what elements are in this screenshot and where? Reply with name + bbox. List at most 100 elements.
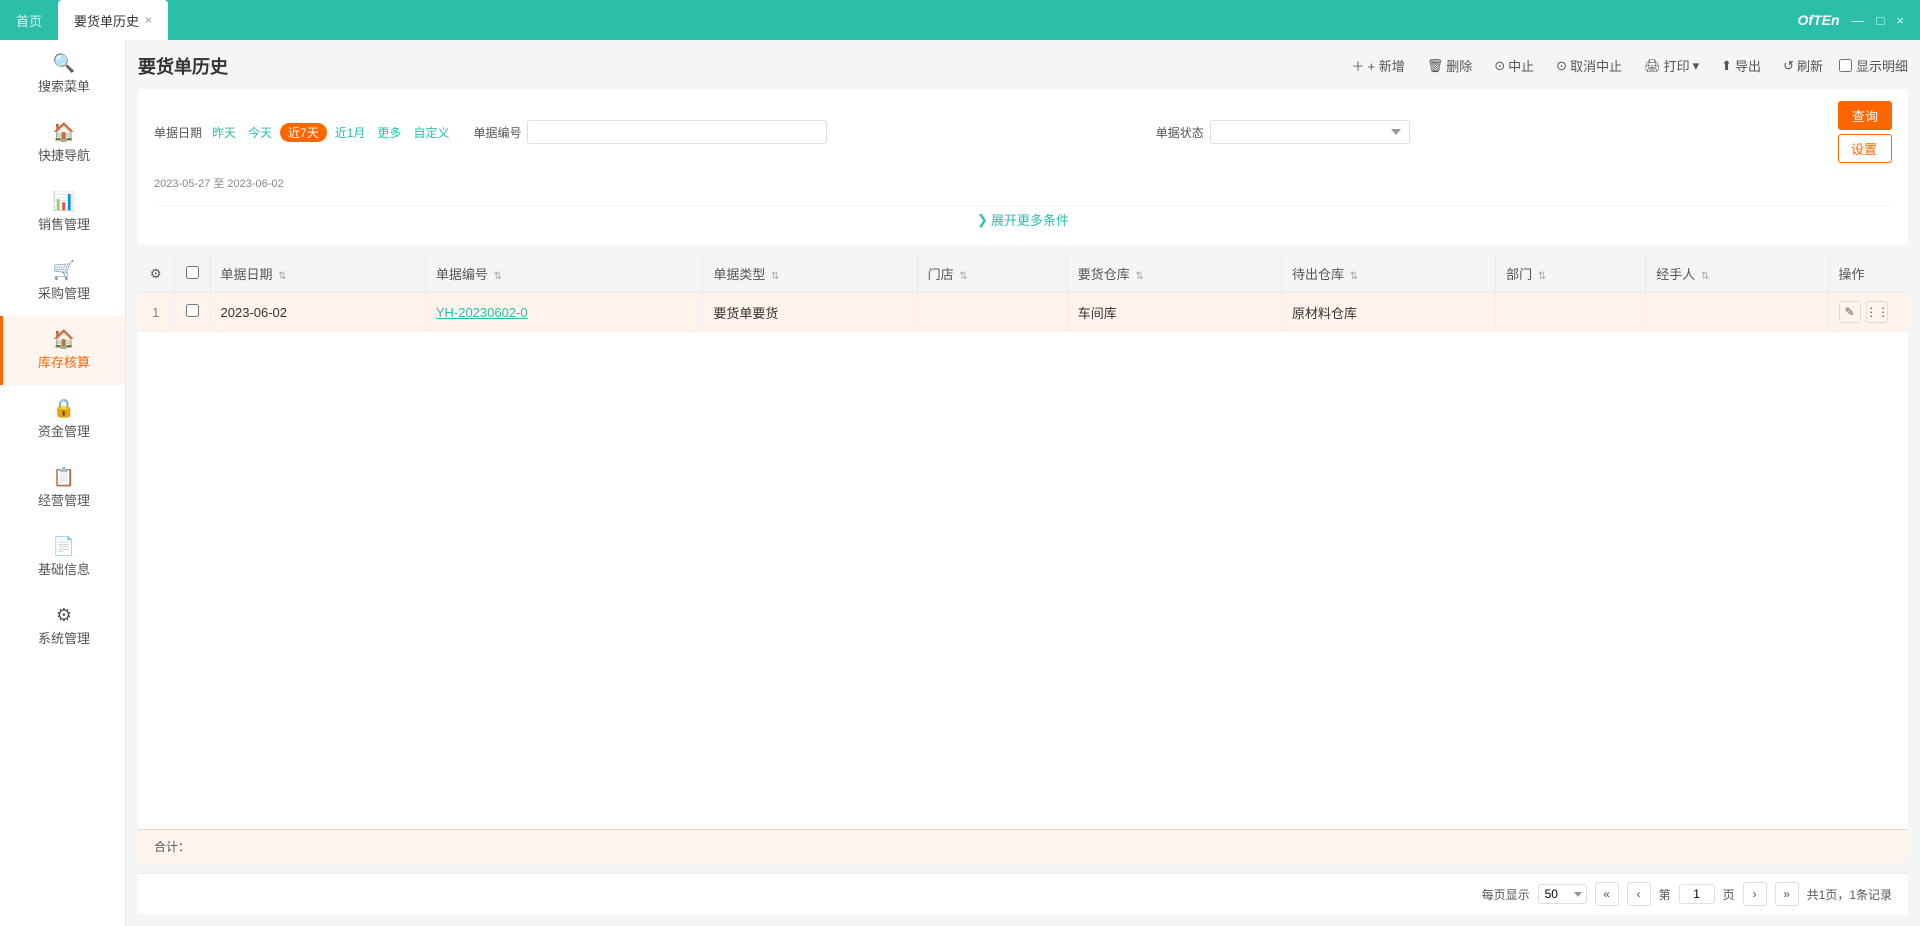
date-shortcut-1month[interactable]: 近1月 <box>331 123 370 142</box>
th-gear[interactable]: ⚙ <box>138 255 174 293</box>
td-shop <box>917 293 1067 332</box>
prev-page-btn[interactable]: ‹ <box>1627 882 1651 906</box>
date-shortcut-custom[interactable]: 自定义 <box>409 123 453 142</box>
sidebar-item-purchase-label: 采购管理 <box>38 283 90 302</box>
row-checkbox[interactable] <box>186 304 199 317</box>
sidebar-item-purchase[interactable]: 🛒 采购管理 <box>0 247 125 316</box>
th-doc-type[interactable]: 单据类型 ⇅ <box>703 255 917 293</box>
display-detail-label: 显示明细 <box>1856 56 1908 75</box>
per-page-label: 每页显示 <box>1482 886 1530 903</box>
th-checkbox[interactable] <box>174 255 210 293</box>
date-shortcut-more[interactable]: 更多 <box>373 123 405 142</box>
new-label: + 新增 <box>1367 56 1404 75</box>
close-btn[interactable]: × <box>1896 13 1904 28</box>
last-page-btn[interactable]: » <box>1775 882 1799 906</box>
td-doc-no[interactable]: YH-20230602-0 <box>425 293 703 332</box>
sidebar-item-base-info[interactable]: 📄 基础信息 <box>0 523 125 592</box>
select-all-checkbox[interactable] <box>186 266 199 279</box>
td-action: ✎ ⋮⋮ <box>1828 293 1908 332</box>
home-icon: 🏠 <box>53 123 75 141</box>
display-detail-checkbox[interactable]: 显示明细 <box>1839 56 1908 75</box>
status-label: 单据状态 <box>1156 124 1204 141</box>
tab-home-label: 首页 <box>16 11 42 30</box>
th-req-warehouse[interactable]: 要货仓库 ⇅ <box>1067 255 1281 293</box>
print-label: 打印 <box>1664 56 1690 75</box>
per-page-select[interactable]: 50 20 100 200 <box>1538 884 1587 904</box>
sidebar-item-inventory[interactable]: 🏠 库存核算 <box>0 316 125 385</box>
total-records: 共1页，1条记录 <box>1807 886 1892 903</box>
settings-label: 设置 <box>1851 139 1877 158</box>
minimize-btn[interactable]: — <box>1852 13 1865 28</box>
date-shortcuts: 昨天 今天 近7天 近1月 更多 自定义 <box>208 123 453 142</box>
content-area: 要货单历史 ＋ + 新增 🗑 删除 ⊙ 中止 ⊙ 取消中止 <box>126 40 1920 926</box>
sort-doc-type-icon: ⇅ <box>771 271 779 282</box>
sidebar-item-system-label: 系统管理 <box>38 628 90 647</box>
refresh-label: 刷新 <box>1797 56 1823 75</box>
th-doc-no[interactable]: 单据编号 ⇅ <box>425 255 703 293</box>
sidebar-item-finance-label: 资金管理 <box>38 421 90 440</box>
sidebar-item-system[interactable]: ⚙ 系统管理 <box>0 592 125 661</box>
sidebar-item-search-menu[interactable]: 🔍 搜索菜单 <box>0 40 125 109</box>
status-select[interactable] <box>1210 120 1410 144</box>
td-handler <box>1646 293 1828 332</box>
tab-requisition-history[interactable]: 要货单历史 × <box>58 0 168 40</box>
doc-no-link[interactable]: YH-20230602-0 <box>436 305 528 320</box>
page-header: 要货单历史 ＋ + 新增 🗑 删除 ⊙ 中止 ⊙ 取消中止 <box>138 52 1908 79</box>
system-icon: ⚙ <box>56 606 72 624</box>
th-department[interactable]: 部门 ⇅ <box>1496 255 1646 293</box>
expand-more-btn[interactable]: ❯ 展开更多条件 <box>154 205 1892 233</box>
stop-button[interactable]: ⊙ 中止 <box>1488 52 1540 79</box>
td-checkbox[interactable] <box>174 293 210 332</box>
cancel-stop-button[interactable]: ⊙ 取消中止 <box>1550 52 1628 79</box>
settings-button[interactable]: 设置 <box>1838 134 1892 163</box>
th-shop[interactable]: 门店 ⇅ <box>917 255 1067 293</box>
sidebar-item-operations-label: 经营管理 <box>38 490 90 509</box>
export-button[interactable]: ⬆ 导出 <box>1715 52 1767 79</box>
doc-no-label: 单据编号 <box>473 124 521 141</box>
th-handler[interactable]: 经手人 ⇅ <box>1646 255 1828 293</box>
tab-close-icon[interactable]: × <box>145 13 152 27</box>
td-doc-type: 要货单要货 <box>703 293 917 332</box>
td-date: 2023-06-02 <box>210 293 425 332</box>
tab-list: 首页 要货单历史 × <box>0 0 1798 40</box>
toolbar: ＋ + 新增 🗑 删除 ⊙ 中止 ⊙ 取消中止 🖨 打印 <box>1345 52 1908 79</box>
sidebar-item-operations[interactable]: 📋 经营管理 <box>0 454 125 523</box>
row-edit-icon[interactable]: ✎ <box>1839 301 1861 323</box>
sidebar-item-quick-nav[interactable]: 🏠 快捷导航 <box>0 109 125 178</box>
sort-department-icon: ⇅ <box>1538 271 1546 282</box>
brand-label: OfTEn <box>1798 12 1840 28</box>
next-page-btn[interactable]: › <box>1743 882 1767 906</box>
th-req-warehouse-label: 要货仓库 <box>1078 267 1130 282</box>
search-icon: 🔍 <box>53 54 75 72</box>
doc-no-input[interactable] <box>527 120 827 144</box>
maximize-btn[interactable]: □ <box>1877 13 1885 28</box>
sort-date-icon: ⇅ <box>278 271 286 282</box>
date-shortcut-today[interactable]: 今天 <box>244 123 276 142</box>
delete-label: 删除 <box>1446 56 1472 75</box>
first-page-btn[interactable]: « <box>1595 882 1619 906</box>
table-row[interactable]: 1 2023-06-02 YH-20230602-0 要货单要货 车间库 原材料… <box>138 293 1908 332</box>
delete-button[interactable]: 🗑 删除 <box>1421 52 1479 79</box>
total-label: 合计： <box>154 838 190 855</box>
sidebar-item-inventory-label: 库存核算 <box>38 352 90 371</box>
base-info-icon: 📄 <box>53 537 75 555</box>
data-table: ⚙ 单据日期 ⇅ 单据编号 ⇅ 单据类型 <box>138 255 1908 332</box>
sidebar-item-sales[interactable]: 📊 销售管理 <box>0 178 125 247</box>
date-shortcut-7days[interactable]: 近7天 <box>280 123 327 142</box>
table-header-row: ⚙ 单据日期 ⇅ 单据编号 ⇅ 单据类型 <box>138 255 1908 293</box>
th-pending-warehouse[interactable]: 待出仓库 ⇅ <box>1281 255 1495 293</box>
tab-home[interactable]: 首页 <box>0 0 58 40</box>
print-icon: 🖨 <box>1644 58 1661 74</box>
th-date[interactable]: 单据日期 ⇅ <box>210 255 425 293</box>
row-more-icon[interactable]: ⋮⋮ <box>1866 301 1888 323</box>
refresh-button[interactable]: ↺ 刷新 <box>1777 52 1829 79</box>
display-detail-input[interactable] <box>1839 59 1852 72</box>
sidebar-item-base-info-label: 基础信息 <box>38 559 90 578</box>
new-button[interactable]: ＋ + 新增 <box>1345 52 1410 79</box>
print-button[interactable]: 🖨 打印 ▾ <box>1638 52 1705 79</box>
date-shortcut-yesterday[interactable]: 昨天 <box>208 123 240 142</box>
sidebar-item-finance[interactable]: 🔒 资金管理 <box>0 385 125 454</box>
query-button[interactable]: 查询 <box>1838 101 1892 130</box>
date-filter: 单据日期 昨天 今天 近7天 近1月 更多 自定义 <box>154 123 453 142</box>
page-input[interactable] <box>1679 884 1715 904</box>
